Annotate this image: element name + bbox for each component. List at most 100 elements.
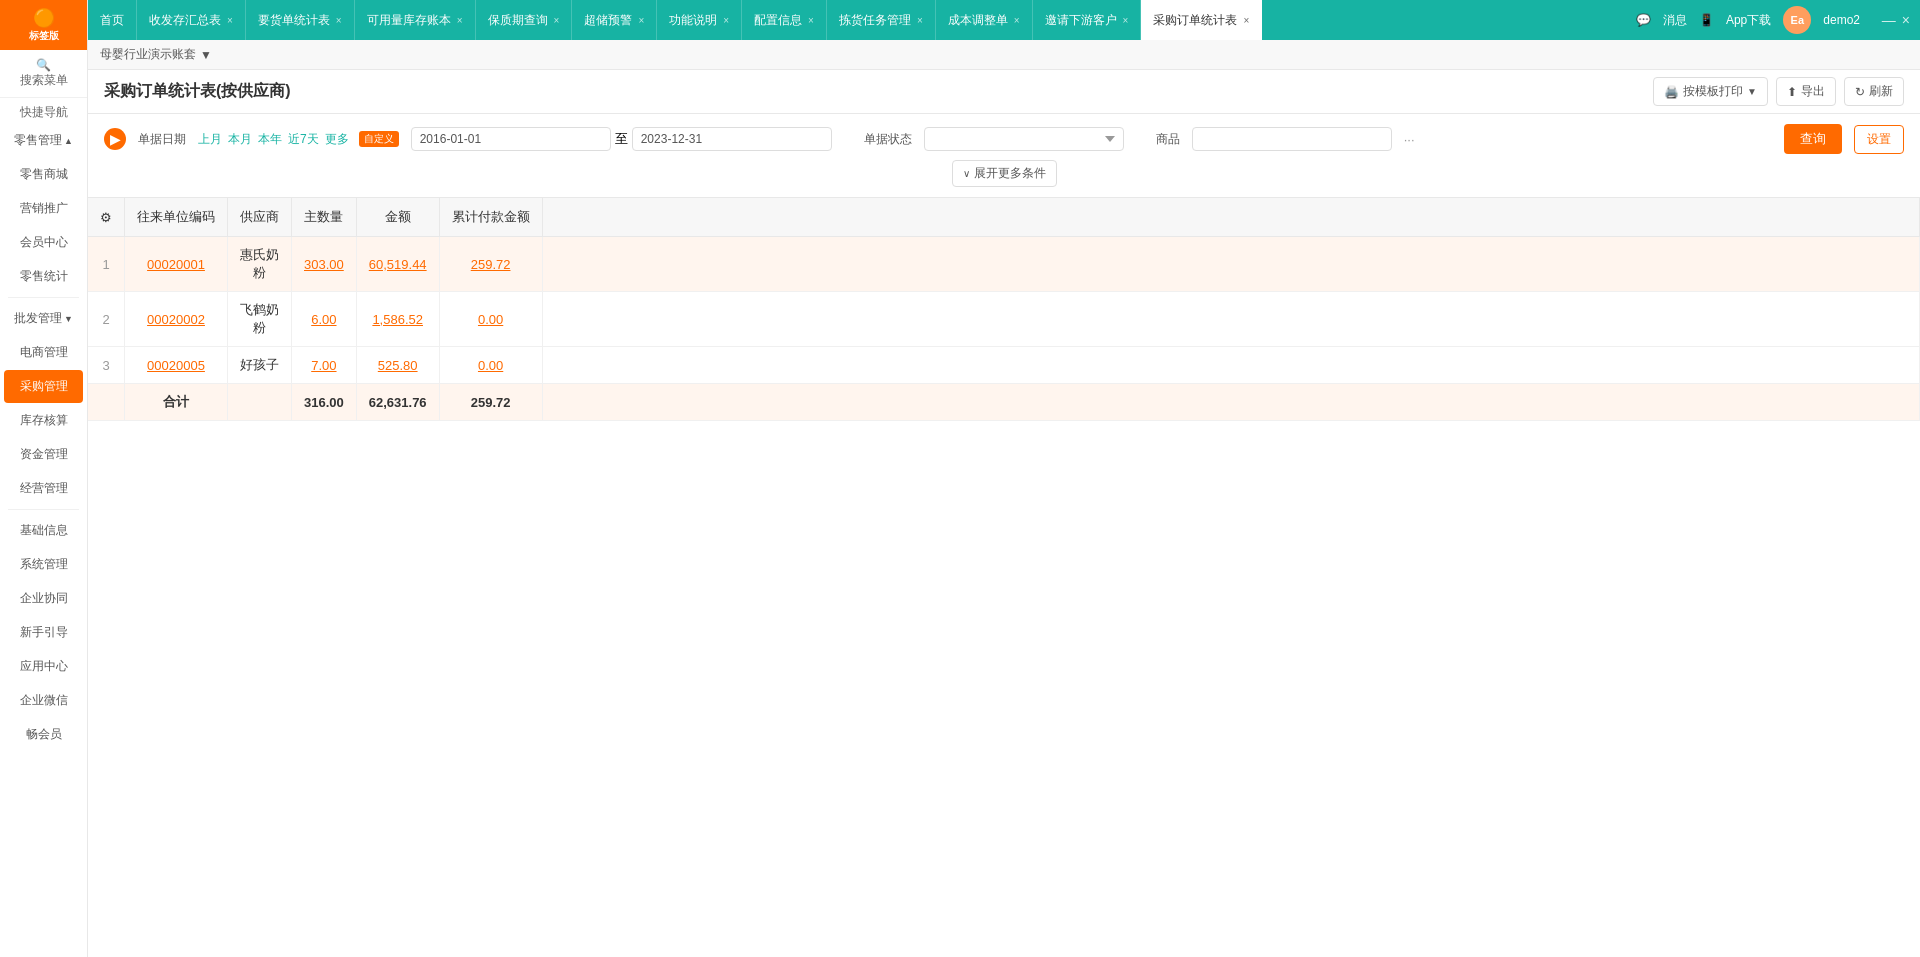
tab-available-stock-close[interactable]: × [457,15,463,26]
tab-invite-downstream[interactable]: 邀请下游客户 × [1033,0,1142,40]
basic-info-label: 基础信息 [20,523,68,537]
date-separator: 至 [615,130,628,148]
tab-cost-adjust[interactable]: 成本调整单 × [936,0,1033,40]
sidebar-item-purchase-mgmt[interactable]: 采购管理 [4,370,83,403]
print-icon: 🖨️ [1664,85,1679,99]
tab-available-stock[interactable]: 可用量库存账本 × [355,0,476,40]
status-select[interactable] [924,127,1124,151]
avatar[interactable]: Ea [1783,6,1811,34]
cell-supplier[interactable]: 好孩子 [228,347,292,384]
cell-paid[interactable]: 0.00 [439,292,542,347]
goods-more-icon[interactable]: ··· [1404,132,1415,147]
tab-demand-stats[interactable]: 要货单统计表 × [246,0,355,40]
sidebar-item-member-center[interactable]: 会员中心 [4,226,83,259]
breadcrumb-select[interactable]: 母婴行业演示账套 ▼ [100,46,212,63]
tab-cost-adjust-close[interactable]: × [1014,15,1020,26]
cell-paid[interactable]: 0.00 [439,347,542,384]
cell-code[interactable]: 00020002 [125,292,228,347]
tab-expiry-query-close[interactable]: × [554,15,560,26]
sidebar-item-retail-mgmt[interactable]: 零售管理 ▲ [4,124,83,157]
sidebar-item-retail-store[interactable]: 零售商城 [4,158,83,191]
tab-config-info[interactable]: 配置信息 × [742,0,827,40]
shortcut-this-year[interactable]: 本年 [258,131,282,148]
tab-invite-downstream-close[interactable]: × [1123,15,1129,26]
sidebar: 🟠 标签版 🔍 搜索菜单 快捷导航 零售管理 ▲ 零售商城 营销推广 会员中心 … [0,0,88,957]
inventory-label: 库存核算 [20,413,68,427]
win-minimize-btn[interactable]: — [1882,12,1896,28]
more-filter-row: ∨ 展开更多条件 [104,160,1904,187]
refresh-button[interactable]: ↻ 刷新 [1844,77,1904,106]
print-arrow-icon: ▼ [1747,86,1757,97]
table-row[interactable]: 2 00020002 飞鹤奶粉 6.00 1,586.52 0.00 [88,292,1920,347]
print-button[interactable]: 🖨️ 按模板打印 ▼ [1653,77,1768,106]
sidebar-item-new-guide[interactable]: 新手引导 [4,616,83,649]
shortcut-more[interactable]: 更多 [325,131,349,148]
sidebar-item-corp-wechat[interactable]: 企业微信 [4,684,83,717]
cell-num: 3 [88,347,125,384]
tab-purchase-stats[interactable]: 采购订单统计表 × [1141,0,1262,40]
tab-expiry-query[interactable]: 保质期查询 × [476,0,573,40]
username[interactable]: demo2 [1823,13,1860,27]
tab-demand-stats-close[interactable]: × [336,15,342,26]
cell-supplier[interactable]: 惠氏奶粉 [228,237,292,292]
shortcut-this-month[interactable]: 本月 [228,131,252,148]
app-download-label[interactable]: App下载 [1726,12,1771,29]
tab-hold-task[interactable]: 拣货任务管理 × [827,0,936,40]
sidebar-item-batch-mgmt[interactable]: 批发管理 ▼ [4,302,83,335]
tab-home[interactable]: 首页 [88,0,137,40]
table-row[interactable]: 1 00020001 惠氏奶粉 303.00 60,519.44 259.72 [88,237,1920,292]
sidebar-item-marketing[interactable]: 营销推广 [4,192,83,225]
cell-code[interactable]: 00020001 [125,237,228,292]
app-center-label: 应用中心 [20,659,68,673]
settings-button[interactable]: 设置 [1854,125,1904,154]
sidebar-item-corp-collab[interactable]: 企业协同 [4,582,83,615]
tab-overstock-warning-close[interactable]: × [638,15,644,26]
th-paid: 累计付款金额 [439,198,542,237]
sidebar-item-basic-info[interactable]: 基础信息 [4,514,83,547]
expand-filter-button[interactable]: ∨ 展开更多条件 [952,160,1057,187]
cell-amount[interactable]: 1,586.52 [356,292,439,347]
tab-receive-summary-close[interactable]: × [227,15,233,26]
tab-hold-task-close[interactable]: × [917,15,923,26]
shortcut-7days[interactable]: 近7天 [288,131,319,148]
th-supplier: 供应商 [228,198,292,237]
cell-extra [542,237,1919,292]
tab-cost-adjust-label: 成本调整单 [948,12,1008,29]
date-to-input[interactable] [632,127,832,151]
goods-input[interactable] [1192,127,1392,151]
date-from-input[interactable] [411,127,611,151]
message-label[interactable]: 消息 [1663,12,1687,29]
cell-amount[interactable]: 525.80 [356,347,439,384]
cell-supplier[interactable]: 飞鹤奶粉 [228,292,292,347]
sidebar-item-sys-mgmt[interactable]: 系统管理 [4,548,83,581]
cell-qty[interactable]: 6.00 [292,292,357,347]
sidebar-item-ecom-mgmt[interactable]: 电商管理 [4,336,83,369]
sidebar-item-retail-stats[interactable]: 零售统计 [4,260,83,293]
breadcrumb: 母婴行业演示账套 ▼ [88,40,1920,70]
tab-func-desc-close[interactable]: × [723,15,729,26]
win-close-btn[interactable]: × [1902,12,1910,28]
cell-code[interactable]: 00020005 [125,347,228,384]
collapse-button[interactable]: ▶ [104,128,126,150]
tab-config-info-close[interactable]: × [808,15,814,26]
sidebar-search[interactable]: 🔍 搜索菜单 [0,50,87,98]
sidebar-item-finance[interactable]: 资金管理 [4,438,83,471]
cell-qty[interactable]: 303.00 [292,237,357,292]
sidebar-item-app-center[interactable]: 应用中心 [4,650,83,683]
export-button[interactable]: ⬆ 导出 [1776,77,1836,106]
cell-paid[interactable]: 259.72 [439,237,542,292]
shortcut-last-month[interactable]: 上月 [198,131,222,148]
tab-purchase-stats-close[interactable]: × [1243,15,1249,26]
column-settings-icon[interactable]: ⚙ [100,210,112,225]
cell-qty[interactable]: 7.00 [292,347,357,384]
table-row[interactable]: 3 00020005 好孩子 7.00 525.80 0.00 [88,347,1920,384]
query-button[interactable]: 查询 [1784,124,1842,154]
th-settings[interactable]: ⚙ [88,198,125,237]
sidebar-item-vip-member[interactable]: 畅会员 [4,718,83,751]
sidebar-item-operation[interactable]: 经营管理 [4,472,83,505]
cell-amount[interactable]: 60,519.44 [356,237,439,292]
tab-overstock-warning[interactable]: 超储预警 × [572,0,657,40]
tab-receive-summary[interactable]: 收发存汇总表 × [137,0,246,40]
tab-func-desc[interactable]: 功能说明 × [657,0,742,40]
sidebar-item-inventory[interactable]: 库存核算 [4,404,83,437]
